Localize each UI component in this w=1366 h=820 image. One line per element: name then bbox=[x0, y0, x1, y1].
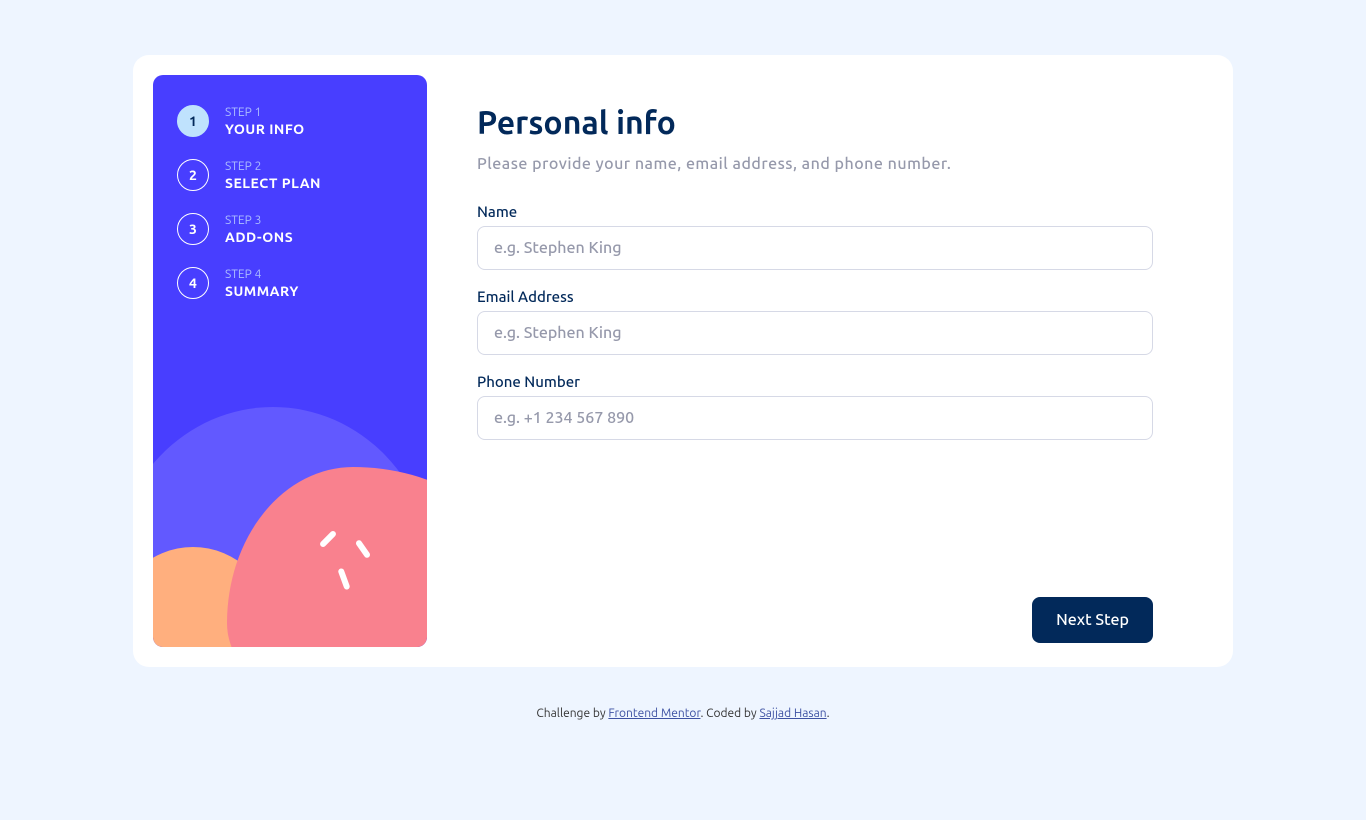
author-link[interactable]: Sajjad Hasan bbox=[759, 707, 826, 720]
step-label: STEP 1 bbox=[225, 106, 305, 119]
step-number: 3 bbox=[177, 213, 209, 245]
steps-sidebar: 1 STEP 1 YOUR INFO 2 STEP 2 SELECT PLAN … bbox=[153, 75, 427, 647]
step-title: SELECT PLAN bbox=[225, 175, 321, 191]
email-input[interactable] bbox=[477, 311, 1153, 355]
form-card: 1 STEP 1 YOUR INFO 2 STEP 2 SELECT PLAN … bbox=[133, 55, 1233, 667]
page-title: Personal info bbox=[477, 105, 1153, 141]
attribution-prefix: Challenge by bbox=[536, 707, 608, 720]
attribution-suffix: . bbox=[827, 707, 830, 720]
step-text: STEP 4 SUMMARY bbox=[225, 268, 299, 299]
step-title: YOUR INFO bbox=[225, 121, 305, 137]
step-text: STEP 2 SELECT PLAN bbox=[225, 160, 321, 191]
step-label: STEP 2 bbox=[225, 160, 321, 173]
frontend-mentor-link[interactable]: Frontend Mentor bbox=[608, 707, 700, 720]
phone-label: Phone Number bbox=[477, 373, 1153, 390]
step-select-plan[interactable]: 2 STEP 2 SELECT PLAN bbox=[177, 159, 403, 191]
next-step-button[interactable]: Next Step bbox=[1032, 597, 1153, 643]
step-number: 2 bbox=[177, 159, 209, 191]
step-text: STEP 3 ADD-ONS bbox=[225, 214, 293, 245]
attribution-middle: . Coded by bbox=[700, 707, 759, 720]
step-title: ADD-ONS bbox=[225, 229, 293, 245]
phone-field: Phone Number bbox=[477, 373, 1153, 440]
step-your-info[interactable]: 1 STEP 1 YOUR INFO bbox=[177, 105, 403, 137]
step-number: 4 bbox=[177, 267, 209, 299]
step-summary[interactable]: 4 STEP 4 SUMMARY bbox=[177, 267, 403, 299]
page-subtitle: Please provide your name, email address,… bbox=[477, 155, 1153, 173]
form-actions: Next Step bbox=[477, 597, 1153, 647]
step-add-ons[interactable]: 3 STEP 3 ADD-ONS bbox=[177, 213, 403, 245]
step-text: STEP 1 YOUR INFO bbox=[225, 106, 305, 137]
name-input[interactable] bbox=[477, 226, 1153, 270]
email-label: Email Address bbox=[477, 288, 1153, 305]
name-label: Name bbox=[477, 203, 1153, 220]
step-title: SUMMARY bbox=[225, 283, 299, 299]
step-label: STEP 4 bbox=[225, 268, 299, 281]
attribution: Challenge by Frontend Mentor. Coded by S… bbox=[536, 707, 829, 720]
form-content: Personal info Please provide your name, … bbox=[477, 75, 1213, 647]
email-field: Email Address bbox=[477, 288, 1153, 355]
step-number: 1 bbox=[177, 105, 209, 137]
name-field: Name bbox=[477, 203, 1153, 270]
phone-input[interactable] bbox=[477, 396, 1153, 440]
step-label: STEP 3 bbox=[225, 214, 293, 227]
